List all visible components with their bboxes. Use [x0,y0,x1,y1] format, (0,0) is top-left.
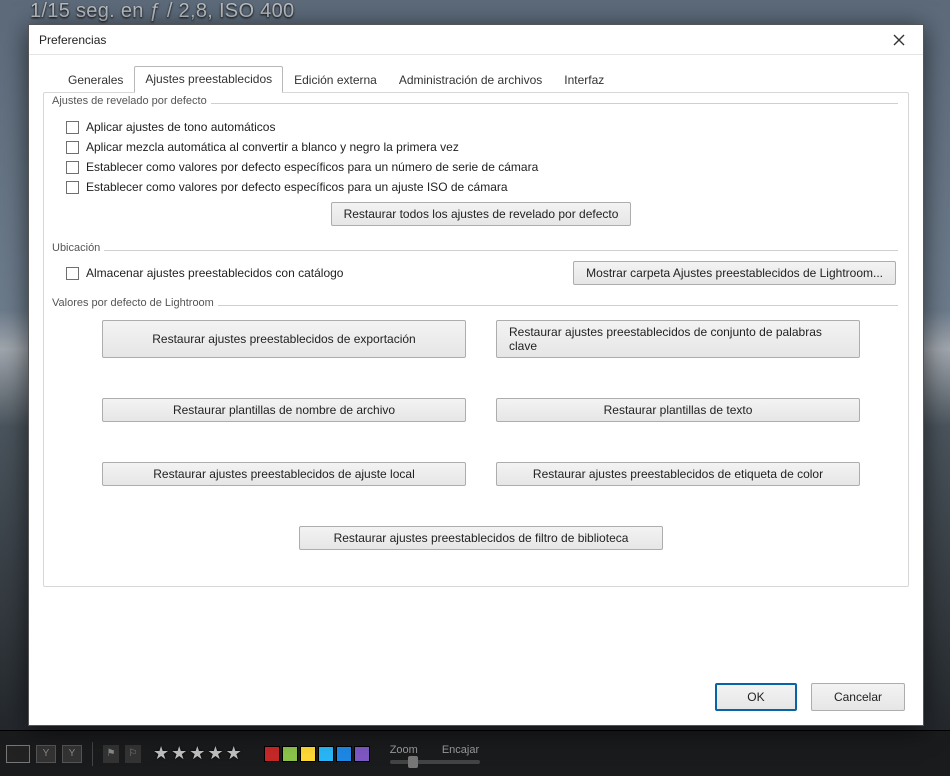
zoom-thumb[interactable] [408,756,418,768]
flag-pick-icon[interactable]: ⚑ [103,745,119,763]
restore-library-filter-presets-button[interactable]: Restaurar ajustes preestablecidos de fil… [299,526,663,550]
zoom-label: Zoom [390,744,418,756]
show-presets-folder-button[interactable]: Mostrar carpeta Ajustes preestablecidos … [573,261,896,285]
star-icon[interactable]: ★ [189,743,205,764]
tab-panel: Ajustes de revelado por defecto Aplicar … [43,92,909,587]
dialog-footer: OK Cancelar [715,683,905,711]
restore-buttons-grid: Restaurar ajustes preestablecidos de exp… [66,320,896,560]
chk-auto-bw-mix[interactable] [66,141,79,154]
restore-color-label-presets-button[interactable]: Restaurar ajustes preestablecidos de eti… [496,462,860,486]
color-swatch[interactable] [336,746,352,762]
tab-ajustes-preestablecidos[interactable]: Ajustes preestablecidos [134,66,283,93]
fit-label: Encajar [442,744,479,756]
group-develop-defaults: Ajustes de revelado por defecto Aplicar … [54,103,898,236]
dialog-titlebar: Preferencias [29,25,923,55]
dialog-title: Preferencias [39,33,106,47]
star-icon[interactable]: ★ [171,743,187,764]
star-icon[interactable]: ★ [153,743,169,764]
grid-view-icon[interactable] [6,745,30,763]
restore-develop-defaults-button[interactable]: Restaurar todos los ajustes de revelado … [331,202,632,226]
restore-local-adjustment-presets-button[interactable]: Restaurar ajustes preestablecidos de aju… [102,462,466,486]
color-label-swatches [264,746,370,762]
dialog-body: Generales Ajustes preestablecidos Edició… [29,55,923,725]
group-location: Ubicación Almacenar ajustes preestableci… [54,250,898,291]
flag-reject-icon[interactable]: ⚐ [125,745,141,763]
chk-label: Aplicar mezcla automática al convertir a… [86,140,459,154]
star-icon[interactable]: ★ [207,743,223,764]
zoom-slider[interactable] [390,760,480,764]
compare-toggle-a[interactable]: Y [36,745,56,763]
exposure-line: 1/15 seg. en ƒ / 2,8, ISO 400 [30,0,378,23]
color-swatch[interactable] [282,746,298,762]
restore-filename-templates-button[interactable]: Restaurar plantillas de nombre de archiv… [102,398,466,422]
tab-edicion-externa[interactable]: Edición externa [283,67,388,93]
group-legend: Ubicación [52,242,104,254]
chk-store-presets-with-catalog[interactable] [66,267,79,280]
tabstrip: Generales Ajustes preestablecidos Edició… [57,65,909,92]
close-icon [893,34,905,46]
compare-toggle-b[interactable]: Y [62,745,82,763]
tab-generales[interactable]: Generales [57,67,134,93]
chk-label: Aplicar ajustes de tono automáticos [86,120,275,134]
tab-interfaz[interactable]: Interfaz [553,67,615,93]
chk-label: Almacenar ajustes preestablecidos con ca… [86,266,343,280]
tab-administracion-archivos[interactable]: Administración de archivos [388,67,553,93]
chk-camera-serial-defaults[interactable] [66,161,79,174]
chk-iso-defaults[interactable] [66,181,79,194]
rating-stars[interactable]: ★ ★ ★ ★ ★ [153,743,242,764]
bottom-toolbar: Y Y ⚑ ⚐ ★ ★ ★ ★ ★ Zoom Encajar [0,730,950,776]
group-legend: Valores por defecto de Lightroom [52,297,218,309]
zoom-control[interactable]: Zoom Encajar [390,744,480,764]
restore-text-templates-button[interactable]: Restaurar plantillas de texto [496,398,860,422]
cancel-button[interactable]: Cancelar [811,683,905,711]
restore-keyword-set-presets-button[interactable]: Restaurar ajustes preestablecidos de con… [496,320,860,358]
group-legend: Ajustes de revelado por defecto [52,95,211,107]
separator [92,742,93,766]
color-swatch[interactable] [318,746,334,762]
restore-export-presets-button[interactable]: Restaurar ajustes preestablecidos de exp… [102,320,466,358]
ok-button[interactable]: OK [715,683,797,711]
color-swatch[interactable] [264,746,280,762]
preferences-dialog: Preferencias Generales Ajustes preestabl… [28,24,924,726]
chk-label: Establecer como valores por defecto espe… [86,160,538,174]
chk-auto-tone[interactable] [66,121,79,134]
group-lightroom-defaults: Valores por defecto de Lightroom Restaur… [54,305,898,566]
chk-label: Establecer como valores por defecto espe… [86,180,508,194]
color-swatch[interactable] [354,746,370,762]
star-icon[interactable]: ★ [226,743,242,764]
close-button[interactable] [883,27,915,53]
color-swatch[interactable] [300,746,316,762]
